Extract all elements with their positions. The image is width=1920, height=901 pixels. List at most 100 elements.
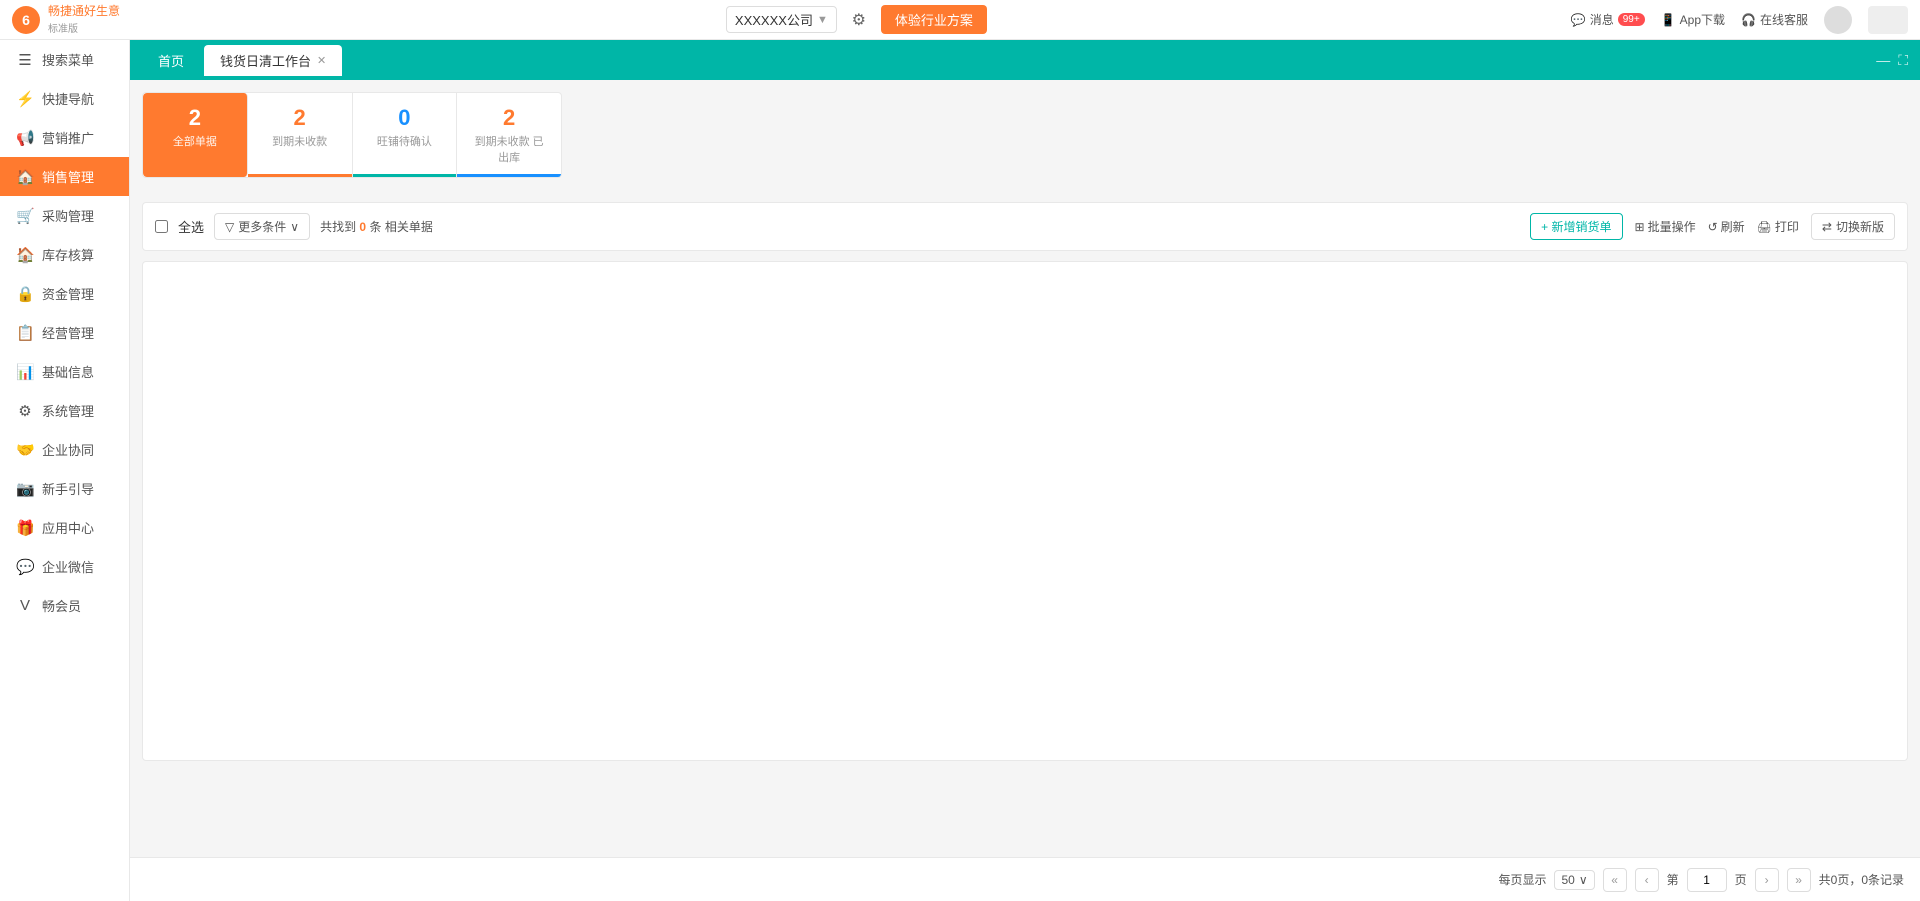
per-page-chevron-icon: ∨ [1579, 873, 1588, 887]
sidebar-item-label: 企业微信 [42, 557, 94, 576]
sidebar-item-marketing[interactable]: 📢 营销推广 [0, 118, 129, 157]
tab-minimize-icon[interactable]: — [1876, 52, 1890, 69]
basic-info-icon: 📊 [16, 363, 34, 381]
collab-icon: 🤝 [16, 441, 34, 459]
sidebar-item-label: 库存核算 [42, 245, 94, 264]
card-underline-wangpu [353, 174, 457, 177]
online-service-action[interactable]: 🎧 在线客服 [1741, 11, 1808, 28]
sidebar-item-app-center[interactable]: 🎁 应用中心 [0, 508, 129, 547]
card-count-shipped: 2 [473, 105, 545, 131]
message-action[interactable]: 💬 消息 99+ [1571, 11, 1645, 28]
header-right: 💬 消息 99+ 📱 App下载 🎧 在线客服 [1571, 6, 1908, 34]
filter-icon: ▽ [225, 220, 234, 234]
select-all-label: 全选 [178, 217, 204, 236]
select-all-checkbox[interactable] [155, 220, 168, 233]
switch-version-button[interactable]: ⇄ 切换新版 [1811, 213, 1895, 240]
refresh-icon: ↺ [1708, 220, 1718, 234]
sidebar-item-quick-nav[interactable]: ⚡ 快捷导航 [0, 79, 129, 118]
avatar[interactable] [1824, 6, 1852, 34]
user-name-area[interactable] [1868, 6, 1908, 34]
sidebar-item-inventory[interactable]: 🏠 库存核算 [0, 235, 129, 274]
filter-label: 更多条件 [238, 218, 286, 235]
page-total: 共0页，0条记录 [1819, 871, 1904, 888]
tab-home[interactable]: 首页 [142, 45, 200, 76]
search-menu-icon: ☰ [16, 51, 34, 69]
tab-bar: 首页 钱货日清工作台 ✕ — ⛶ [130, 40, 1920, 80]
vip-icon: V [16, 597, 34, 614]
sidebar-item-label: 系统管理 [42, 401, 94, 420]
last-page-button[interactable]: » [1787, 868, 1811, 892]
sidebar-item-enterprise-wechat[interactable]: 💬 企业微信 [0, 547, 129, 586]
summary-card-wangpu[interactable]: 0 旺铺待确认 [353, 93, 458, 177]
tab-home-label: 首页 [158, 51, 184, 70]
tab-maximize-icon[interactable]: ⛶ [1898, 52, 1908, 69]
prev-icon: ‹ [1645, 873, 1649, 887]
page-number-input[interactable] [1687, 868, 1727, 892]
summary-card-shipped[interactable]: 2 到期未收款 已出库 [457, 93, 561, 177]
top-header: 6 畅捷通好生意 标准版 XXXXXX公司 ▼ ⚙ 体验行业方案 💬 消息 99… [0, 0, 1920, 40]
sidebar-item-basic-info[interactable]: 📊 基础信息 [0, 352, 129, 391]
summary-card-all[interactable]: 2 全部单据 [143, 93, 248, 177]
system-icon: ⚙ [16, 402, 34, 420]
sidebar-item-label: 资金管理 [42, 284, 94, 303]
sidebar-item-capital[interactable]: 🔒 资金管理 [0, 274, 129, 313]
per-page-label: 每页显示 [1498, 871, 1546, 888]
sidebar-item-sales[interactable]: 🏠 销售管理 [0, 157, 129, 196]
online-service-label: 在线客服 [1760, 11, 1808, 28]
sidebar-item-search-menu[interactable]: ☰ 搜索菜单 [0, 40, 129, 79]
card-label-wangpu: 旺铺待确认 [369, 133, 441, 149]
operations-icon: 📋 [16, 324, 34, 342]
app-center-icon: 🎁 [16, 519, 34, 537]
company-selector[interactable]: XXXXXX公司 ▼ [726, 6, 837, 33]
found-text: 共找到 0 条 相关单据 [320, 218, 433, 235]
purchase-icon: 🛒 [16, 207, 34, 225]
found-count: 0 [359, 220, 366, 234]
next-icon: › [1765, 873, 1769, 887]
logo-name: 畅捷通好生意 [48, 4, 120, 20]
sidebar-item-system[interactable]: ⚙ 系统管理 [0, 391, 129, 430]
tab-workspace[interactable]: 钱货日清工作台 ✕ [204, 45, 342, 76]
sidebar-item-new-guide[interactable]: 📷 新手引导 [0, 469, 129, 508]
add-sale-order-button[interactable]: + 新增销货单 [1530, 213, 1622, 240]
sidebar-item-vip[interactable]: V 畅会员 [0, 586, 129, 625]
marketing-icon: 📢 [16, 129, 34, 147]
toolbar-left: 全选 ▽ 更多条件 ∨ 共找到 0 条 相关单据 [155, 213, 1518, 240]
next-page-button[interactable]: › [1755, 868, 1779, 892]
filter-button[interactable]: ▽ 更多条件 ∨ [214, 213, 310, 240]
card-label-overdue: 到期未收款 [264, 133, 336, 149]
content-inner: 2 全部单据 2 到期未收款 0 旺铺待确认 2 到期未收款 已出库 [130, 80, 1920, 901]
print-button[interactable]: 🖨 打印 [1757, 218, 1799, 235]
last-icon: » [1795, 873, 1802, 887]
message-label: 消息 [1590, 11, 1614, 28]
batch-operation-button[interactable]: ⊞ 批量操作 [1635, 218, 1696, 235]
sidebar-item-label: 企业协同 [42, 440, 94, 459]
sidebar-item-label: 销售管理 [42, 167, 94, 186]
toolbar: 全选 ▽ 更多条件 ∨ 共找到 0 条 相关单据 + 新增销货单 ⊞ 批量操作 [142, 202, 1908, 251]
tab-close-icon[interactable]: ✕ [317, 54, 326, 67]
sidebar: ☰ 搜索菜单 ⚡ 快捷导航 📢 营销推广 🏠 销售管理 🛒 采购管理 🏠 库存核… [0, 40, 130, 901]
sidebar-item-enterprise-collab[interactable]: 🤝 企业协同 [0, 430, 129, 469]
first-icon: « [1611, 873, 1618, 887]
main-content: 2 全部单据 2 到期未收款 0 旺铺待确认 2 到期未收款 已出库 [130, 80, 1920, 901]
sidebar-item-purchase[interactable]: 🛒 采购管理 [0, 196, 129, 235]
per-page-select[interactable]: 50 ∨ [1554, 870, 1594, 890]
trial-button[interactable]: 体验行业方案 [881, 5, 987, 34]
refresh-button[interactable]: ↺ 刷新 [1708, 218, 1745, 235]
wechat-icon: 💬 [16, 558, 34, 576]
card-count-all: 2 [159, 105, 231, 131]
capital-icon: 🔒 [16, 285, 34, 303]
first-page-button[interactable]: « [1603, 868, 1627, 892]
summary-card-overdue[interactable]: 2 到期未收款 [248, 93, 353, 177]
chevron-down-icon: ▼ [817, 14, 828, 26]
quick-nav-icon: ⚡ [16, 90, 34, 108]
prev-page-button[interactable]: ‹ [1635, 868, 1659, 892]
settings-button[interactable]: ⚙ [845, 6, 873, 34]
logo-badge: 标准版 [48, 20, 120, 35]
logo-area: 6 畅捷通好生意 标准版 [12, 4, 142, 35]
app-download-action[interactable]: 📱 App下载 [1661, 11, 1725, 28]
sidebar-item-operations[interactable]: 📋 经营管理 [0, 313, 129, 352]
table-area [142, 261, 1908, 761]
sidebar-item-label: 经营管理 [42, 323, 94, 342]
app-download-label: App下载 [1680, 11, 1725, 28]
print-icon: 🖨 [1757, 220, 1772, 234]
